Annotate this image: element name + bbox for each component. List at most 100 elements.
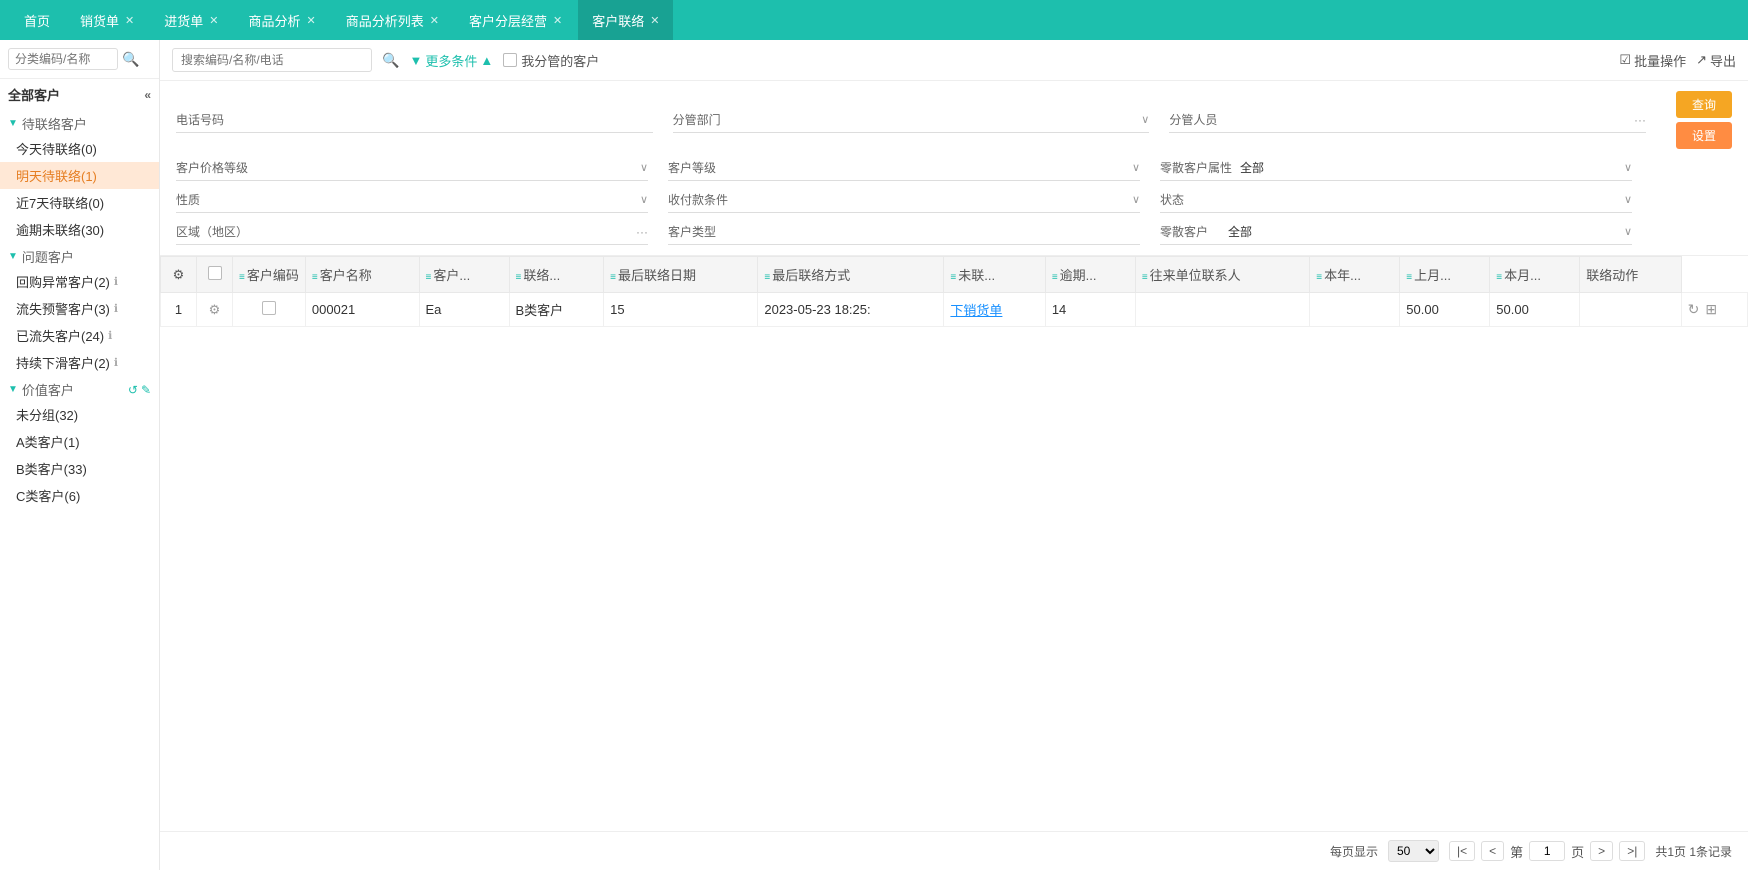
- per-page-select[interactable]: 50 20 100: [1388, 840, 1439, 862]
- col-header-overdue[interactable]: ≡逾期...: [1045, 257, 1135, 293]
- customer-type-input[interactable]: [736, 225, 1140, 239]
- col-header-code[interactable]: ≡客户编码: [233, 257, 306, 293]
- sidebar-group-label-0[interactable]: ▼待联络客户: [0, 110, 159, 135]
- col-header-last_contact_method[interactable]: ≡最后联络方式: [758, 257, 944, 293]
- retail-customer-value: 全部: [1228, 223, 1616, 240]
- nav-item-首页[interactable]: 首页: [10, 0, 64, 40]
- info-icon[interactable]: ℹ: [114, 302, 118, 315]
- contact-method-link[interactable]: 下销货单: [950, 303, 1002, 318]
- nature-arrow[interactable]: ∨: [640, 193, 648, 206]
- prev-page-button[interactable]: <: [1481, 841, 1504, 861]
- table-header-row: ⚙ ≡客户编码≡客户名称≡客户...≡联络...≡最后联络日期≡最后联络方式≡未联…: [161, 257, 1748, 293]
- last-page-button[interactable]: >|: [1619, 841, 1645, 861]
- col-header-last_contact_date[interactable]: ≡最后联络日期: [604, 257, 758, 293]
- col-header-last_month[interactable]: ≡上月...: [1400, 257, 1490, 293]
- row-gear-icon[interactable]: ⚙: [209, 302, 221, 317]
- info-icon[interactable]: ℹ: [108, 329, 112, 342]
- sidebar-item-1-0[interactable]: 回购异常客户(2)ℹ: [0, 268, 159, 295]
- sidebar-item-2-0[interactable]: 未分组(32): [0, 401, 159, 428]
- all-customers-header[interactable]: 全部客户 «: [0, 79, 159, 110]
- row-checkbox[interactable]: [262, 301, 276, 315]
- action-grid-icon[interactable]: ⊞: [1705, 301, 1717, 318]
- sidebar-search-input[interactable]: [8, 48, 118, 70]
- first-page-button[interactable]: |<: [1449, 841, 1475, 861]
- next-page-button[interactable]: >: [1590, 841, 1613, 861]
- col-header-this_year[interactable]: ≡本年...: [1310, 257, 1400, 293]
- sidebar-group-label-2[interactable]: ▼价值客户↺✎: [0, 376, 159, 401]
- sidebar-search-icon[interactable]: 🔍: [122, 51, 139, 68]
- sidebar-item-0-0[interactable]: 今天待联络(0): [0, 135, 159, 162]
- nav-item-商品分析列表[interactable]: 商品分析列表✕: [332, 0, 453, 40]
- filter-actions: 查询 设置: [1676, 91, 1732, 149]
- nav-item-商品分析[interactable]: 商品分析✕: [234, 0, 329, 40]
- close-icon[interactable]: ✕: [307, 14, 316, 27]
- dept-dropdown-arrow[interactable]: ∨: [1141, 113, 1149, 126]
- my-customers-checkbox[interactable]: [503, 53, 517, 67]
- col-header-unreached[interactable]: ≡未联...: [944, 257, 1045, 293]
- row-last-contact-method: 下销货单: [944, 293, 1045, 327]
- nav-item-进货单[interactable]: 进货单✕: [150, 0, 232, 40]
- sidebar-item-1-1[interactable]: 流失预警客户(3)ℹ: [0, 295, 159, 322]
- sidebar-item-2-3[interactable]: C类客户(6): [0, 482, 159, 509]
- batch-ops-button[interactable]: ☑ 批量操作: [1619, 51, 1686, 70]
- close-icon[interactable]: ✕: [553, 14, 562, 27]
- sidebar-item-0-1[interactable]: 明天待联络(1): [0, 162, 159, 189]
- status-input[interactable]: [1228, 193, 1616, 207]
- region-more-btn[interactable]: ···: [636, 225, 648, 239]
- info-icon[interactable]: ℹ: [114, 356, 118, 369]
- sidebar-item-1-3[interactable]: 持续下滑客户(2)ℹ: [0, 349, 159, 376]
- close-icon[interactable]: ✕: [209, 14, 218, 27]
- customer-level-arrow[interactable]: ∨: [1132, 161, 1140, 174]
- filter-row-2: 客户价格等级 ∨ 客户等级 ∨ 零散客户属性 全部 ∨: [176, 155, 1732, 181]
- my-customers-filter[interactable]: 我分管的客户: [503, 51, 599, 70]
- more-conditions-button[interactable]: ▼ 更多条件 ▲: [409, 51, 493, 70]
- close-icon[interactable]: ✕: [430, 14, 439, 27]
- dept-input[interactable]: [741, 113, 1134, 127]
- manager-more-btn[interactable]: ···: [1634, 113, 1646, 127]
- payment-arrow[interactable]: ∨: [1132, 193, 1140, 206]
- col-header-type[interactable]: ≡客户...: [419, 257, 509, 293]
- export-button[interactable]: ↗ 导出: [1696, 51, 1736, 70]
- search-button[interactable]: 🔍: [382, 52, 399, 69]
- header-checkbox[interactable]: [208, 266, 222, 280]
- page-input[interactable]: [1529, 841, 1565, 861]
- nav-item-销货单[interactable]: 销货单✕: [66, 0, 148, 40]
- filter-customer-level: 客户等级 ∨: [668, 155, 1140, 181]
- manager-input[interactable]: [1237, 113, 1626, 127]
- col-header-name[interactable]: ≡客户名称: [305, 257, 419, 293]
- close-icon[interactable]: ✕: [650, 14, 659, 27]
- action-refresh-icon[interactable]: ↻: [1688, 301, 1700, 318]
- sidebar-item-0-3[interactable]: 逾期未联络(30): [0, 216, 159, 243]
- query-button[interactable]: 查询: [1676, 91, 1732, 118]
- search-input[interactable]: [172, 48, 372, 72]
- nav-item-客户分层经营[interactable]: 客户分层经营✕: [455, 0, 576, 40]
- group-icon-0[interactable]: ↺: [128, 383, 138, 397]
- sidebar-item-label: 今天待联络(0): [16, 139, 97, 158]
- status-arrow[interactable]: ∨: [1624, 193, 1632, 206]
- sidebar-item-1-2[interactable]: 已流失客户(24)ℹ: [0, 322, 159, 349]
- gear-col-icon[interactable]: ⚙: [173, 267, 185, 282]
- sidebar-item-2-1[interactable]: A类客户(1): [0, 428, 159, 455]
- nature-input[interactable]: [244, 193, 632, 207]
- group-icon-1[interactable]: ✎: [141, 383, 151, 397]
- payment-input[interactable]: [736, 193, 1124, 207]
- phone-input[interactable]: [244, 113, 653, 127]
- col-header-actions[interactable]: 联络动作: [1580, 257, 1681, 293]
- col-header-this_month[interactable]: ≡本月...: [1490, 257, 1580, 293]
- retail-customer-arrow[interactable]: ∨: [1624, 225, 1632, 238]
- col-header-contact_person[interactable]: ≡往来单位联系人: [1135, 257, 1309, 293]
- nav-item-客户联络[interactable]: 客户联络✕: [578, 0, 673, 40]
- col-header-contact_count[interactable]: ≡联络...: [509, 257, 604, 293]
- sidebar-group-label-1[interactable]: ▼问题客户: [0, 243, 159, 268]
- region-input[interactable]: [256, 225, 628, 239]
- sidebar-item-2-2[interactable]: B类客户(33): [0, 455, 159, 482]
- price-level-input[interactable]: [256, 161, 632, 175]
- customer-level-input[interactable]: [736, 161, 1124, 175]
- info-icon[interactable]: ℹ: [114, 275, 118, 288]
- retail-attr-arrow[interactable]: ∨: [1624, 161, 1632, 174]
- price-level-arrow[interactable]: ∨: [640, 161, 648, 174]
- filter-price-level: 客户价格等级 ∨: [176, 155, 648, 181]
- sidebar-item-0-2[interactable]: 近7天待联络(0): [0, 189, 159, 216]
- close-icon[interactable]: ✕: [125, 14, 134, 27]
- settings-button[interactable]: 设置: [1676, 122, 1732, 149]
